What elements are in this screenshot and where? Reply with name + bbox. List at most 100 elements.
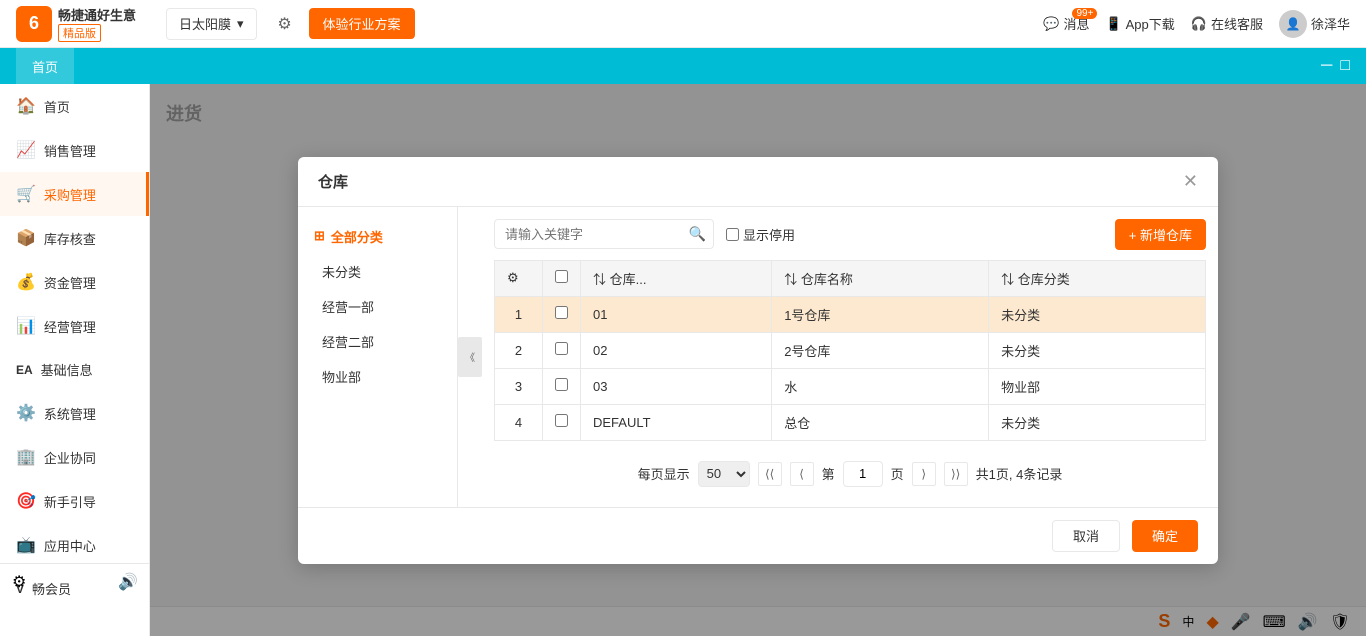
store-selector[interactable]: 日太阳膜 ▾ [166,8,257,40]
guide-icon: 🎯 [16,491,36,511]
warehouse-modal: 仓库 ✕ ⊞ 全部分类 未分类 经营一 [298,157,1218,564]
page-number-input[interactable] [843,461,883,487]
row-name-cell: 总仓 [772,404,989,440]
table-row[interactable]: 1 01 1号仓库 未分类 [495,296,1206,332]
table-body: 1 01 1号仓库 未分类 2 02 2号仓库 未分类 3 03 水 物业部 4… [495,296,1206,440]
select-all-checkbox[interactable] [555,270,568,283]
sidebar-item-sales[interactable]: 📈 销售管理 [0,128,149,172]
all-categories-item[interactable]: ⊞ 全部分类 [298,219,457,254]
online-service-item[interactable]: 🎧 在线客服 [1191,14,1263,33]
header-right: 💬 消息 99+ 📱 App下载 🎧 在线客服 👤 徐泽华 [1043,10,1350,38]
sidebar-item-inventory[interactable]: 📦 库存核查 [0,216,149,260]
settings-button[interactable]: ⚙ [269,8,301,40]
settings-bottom-icon[interactable]: ⚙ [12,572,26,592]
per-page-label: 每页显示 [638,464,690,483]
content-area: 进货 仓库 ✕ ⊞ 全部分类 [150,84,1366,636]
basic-info-icon: EA [16,363,33,377]
online-service-label: 在线客服 [1211,14,1263,33]
purchase-icon: 🛒 [16,184,36,204]
table-row[interactable]: 4 DEFAULT 总仓 未分类 [495,404,1206,440]
collapse-panel-button[interactable]: 《 [458,337,482,377]
row-check-cell[interactable] [543,404,581,440]
first-page-button[interactable]: ⟨⟨ [758,462,782,486]
page-size-select[interactable]: 50 100 200 [698,461,750,487]
messages-item[interactable]: 💬 消息 99+ [1043,14,1089,33]
logo-area: 6 畅捷通好生意 精品版 [16,5,166,42]
category-item-ops2[interactable]: 经营二部 [298,324,457,359]
category-item-ops1[interactable]: 经营一部 [298,289,457,324]
last-page-button[interactable]: ⟩⟩ [944,462,968,486]
cancel-button[interactable]: 取消 [1052,520,1120,552]
grid-icon: ⊞ [314,228,325,244]
category-item-property[interactable]: 物业部 [298,359,457,394]
sidebar-item-system[interactable]: ⚙️ 系统管理 [0,391,149,435]
modal-close-button[interactable]: ✕ [1183,171,1198,192]
row-code-cell: 02 [581,332,772,368]
row-checkbox[interactable] [555,378,568,391]
row-checkbox[interactable] [555,306,568,319]
enterprise-icon: 🏢 [16,447,36,467]
app-download-label: App下载 [1126,14,1175,33]
finance-icon: 💰 [16,272,36,292]
modal-overlay: 仓库 ✕ ⊞ 全部分类 未分类 经营一 [150,84,1366,636]
app-download-item[interactable]: 📱 App下载 [1105,14,1174,33]
sidebar-item-basic-info[interactable]: EA 基础信息 [0,348,149,391]
sort-icon-name: ⇅ [784,272,797,287]
sidebar-item-app-center[interactable]: 📺 应用中心 [0,523,149,567]
prev-page-button[interactable]: ⟨ [790,462,814,486]
col-header-gear: ⚙ [495,260,543,296]
row-checkbox[interactable] [555,342,568,355]
add-warehouse-button[interactable]: + 新增仓库 [1115,219,1206,250]
row-name-cell: 水 [772,368,989,404]
category-panel: ⊞ 全部分类 未分类 经营一部 经营二部 物业部 [298,207,458,507]
sidebar-item-home[interactable]: 🏠 首页 [0,84,149,128]
all-categories-label: 全部分类 [331,227,383,246]
sidebar-item-guide[interactable]: 🎯 新手引导 [0,479,149,523]
inventory-icon: 📦 [16,228,36,248]
messages-badge: 99+ [1072,8,1097,19]
row-num-cell: 4 [495,404,543,440]
row-check-cell[interactable] [543,368,581,404]
table-row[interactable]: 3 03 水 物业部 [495,368,1206,404]
sort-icon-cat: ⇅ [1001,272,1014,287]
logo-badge: 精品版 [58,24,101,42]
modal-header: 仓库 ✕ [298,157,1218,207]
col-header-check [543,260,581,296]
col-header-code: ⇅ 仓库... [581,260,772,296]
modal-footer: 取消 确定 [298,507,1218,564]
next-page-button[interactable]: ⟩ [912,462,936,486]
table-panel: 🔍 显示停用 + 新增仓库 [482,207,1218,507]
table-toolbar: 🔍 显示停用 + 新增仓库 [494,219,1206,250]
nav-minimize-btn[interactable]: ─ [1321,57,1332,75]
table-row[interactable]: 2 02 2号仓库 未分类 [495,332,1206,368]
top-header: 6 畅捷通好生意 精品版 日太阳膜 ▾ ⚙ 体验行业方案 💬 消息 99+ 📱 … [0,0,1366,48]
trial-button[interactable]: 体验行业方案 [309,8,415,39]
show-disabled-label[interactable]: 显示停用 [726,225,795,244]
page-label: 第 [822,464,835,483]
speaker-icon[interactable]: 🔊 [118,572,138,592]
sidebar-item-finance[interactable]: 💰 资金管理 [0,260,149,304]
app-center-icon: 📺 [16,535,36,555]
nav-maximize-btn[interactable]: □ [1340,57,1350,75]
total-info: 共1页, 4条记录 [976,464,1063,483]
warehouse-table: ⚙ ⇅ 仓库... [494,260,1206,441]
operations-icon: 📊 [16,316,36,336]
row-category-cell: 未分类 [989,404,1206,440]
category-item-unclassified[interactable]: 未分类 [298,254,457,289]
search-button[interactable]: 🔍 [689,226,706,243]
row-check-cell[interactable] [543,296,581,332]
sidebar-item-enterprise[interactable]: 🏢 企业协同 [0,435,149,479]
row-code-cell: DEFAULT [581,404,772,440]
sidebar-item-operations[interactable]: 📊 经营管理 [0,304,149,348]
row-check-cell[interactable] [543,332,581,368]
show-disabled-checkbox[interactable] [726,228,739,241]
home-icon: 🏠 [16,96,36,116]
search-input[interactable] [494,219,714,249]
sec-nav-home[interactable]: 首页 [16,48,74,84]
secondary-nav: 首页 ─ □ [0,48,1366,84]
confirm-button[interactable]: 确定 [1132,520,1198,552]
sidebar-item-purchase[interactable]: 🛒 采购管理 [0,172,149,216]
row-category-cell: 未分类 [989,332,1206,368]
user-item[interactable]: 👤 徐泽华 [1279,10,1350,38]
row-checkbox[interactable] [555,414,568,427]
